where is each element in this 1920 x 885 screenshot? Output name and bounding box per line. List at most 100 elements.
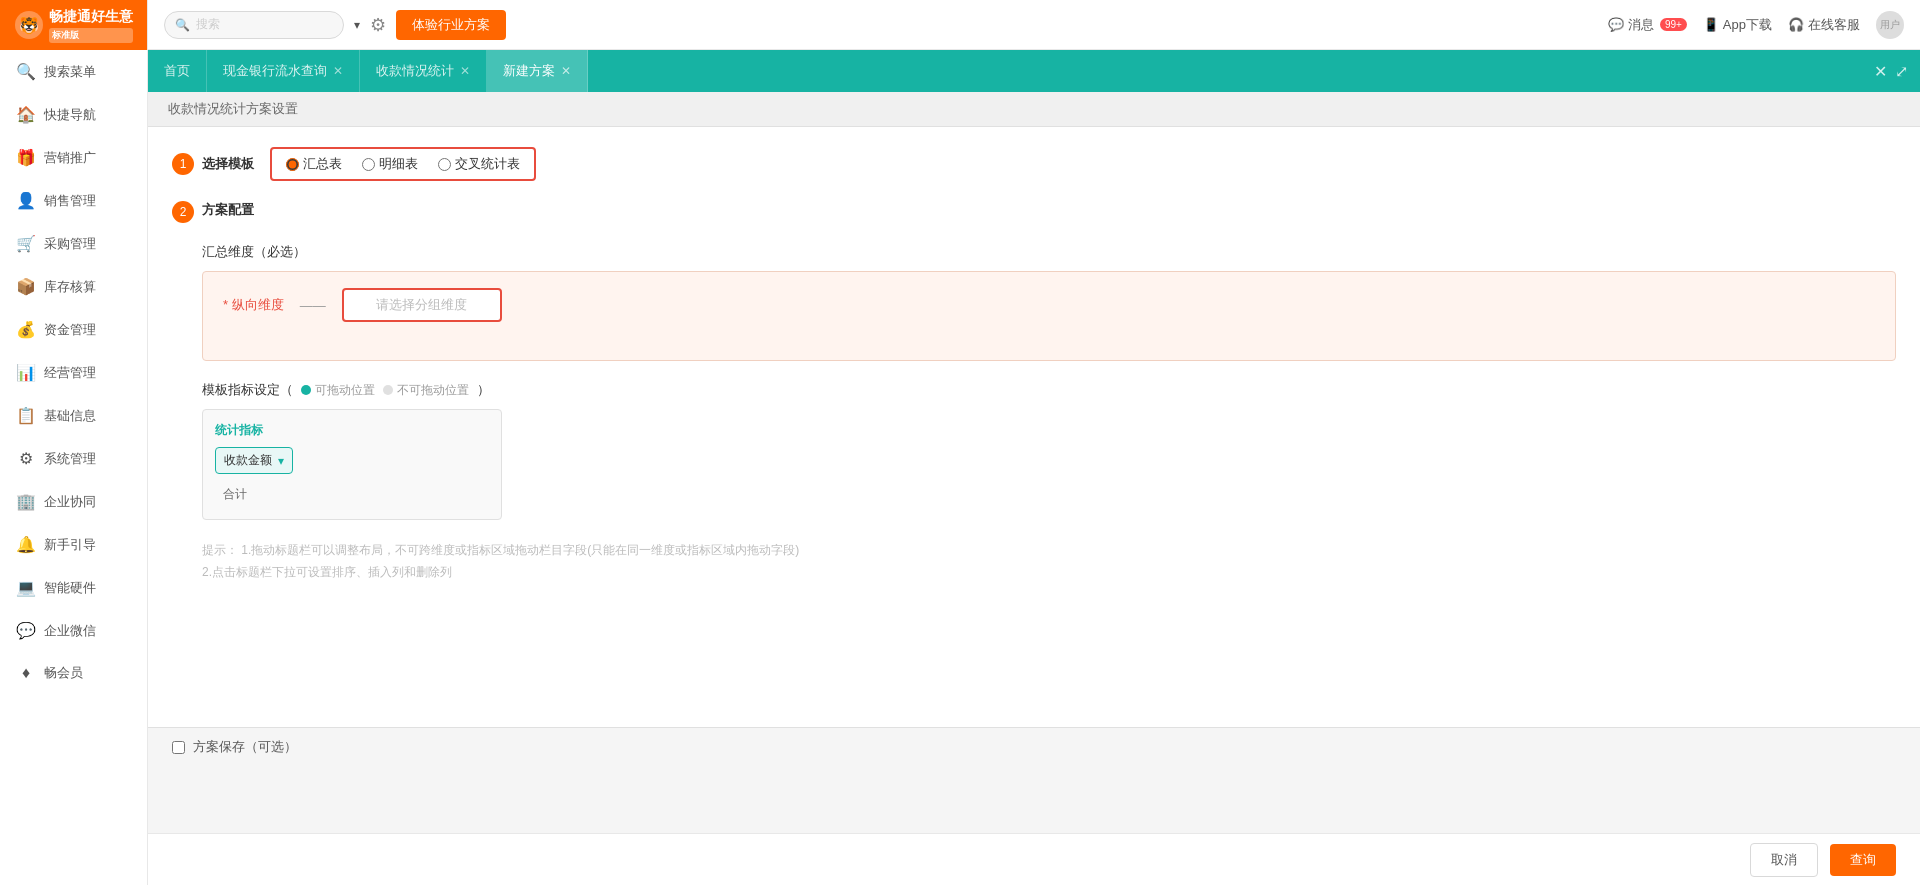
dimension-table: * 纵向维度 —— 请选择分组维度 [202,271,1896,361]
marketing-icon: 🎁 [16,148,36,167]
topbar-left: 🔍 搜索 ▾ ⚙ 体验行业方案 [164,10,506,40]
service-btn[interactable]: 🎧 在线客服 [1788,16,1860,34]
sidebar-item-marketing[interactable]: 🎁 营销推广 [0,136,147,179]
guide-icon: 🔔 [16,535,36,554]
sidebar-item-basic-info[interactable]: 📋 基础信息 [0,394,147,437]
save-plan-label: 方案保存（可选） [193,738,297,756]
wechat-icon: 💬 [16,621,36,640]
sidebar-item-enterprise[interactable]: 🏢 企业协同 [0,480,147,523]
sidebar-label-finance: 资金管理 [44,321,96,339]
tab-new-plan-close[interactable]: ✕ [561,64,571,78]
main-area: 🔍 搜索 ▾ ⚙ 体验行业方案 💬 消息 99+ 📱 App下载 🎧 在线客服 [148,0,1920,885]
dim-arrow: —— [300,298,326,313]
settings-icon[interactable]: ⚙ [370,14,386,36]
system-icon: ⚙ [16,449,36,468]
page-title: 收款情况统计方案设置 [168,101,298,116]
radio-detail-label[interactable]: 明细表 [379,155,418,173]
radio-cross[interactable]: 交叉统计表 [438,155,520,173]
trial-btn[interactable]: 体验行业方案 [396,10,506,40]
drag-fixed-label: 不可拖动位置 [397,382,469,399]
content-area: 收款情况统计方案设置 1 选择模板 汇总表 明细表 [148,92,1920,833]
template-selector: 汇总表 明细表 交叉统计表 [270,147,536,181]
step2-content: 汇总维度（必选） * 纵向维度 —— 请选择分组维度 模板指标设定（ [202,243,1896,583]
sidebar-item-finance[interactable]: 💰 资金管理 [0,308,147,351]
metric-dropdown-arrow[interactable]: ▾ [278,454,284,468]
sidebar-label-system: 系统管理 [44,450,96,468]
query-button[interactable]: 查询 [1830,844,1896,876]
tab-home[interactable]: 首页 [148,50,207,92]
form-section: 1 选择模板 汇总表 明细表 交叉统计表 [148,127,1920,727]
tab-receipt-stats[interactable]: 收款情况统计 ✕ [360,50,487,92]
step2-label: 方案配置 [202,201,254,219]
message-btn[interactable]: 💬 消息 99+ [1608,16,1687,34]
radio-cross-label[interactable]: 交叉统计表 [455,155,520,173]
radio-summary[interactable]: 汇总表 [286,155,342,173]
vertical-dim-row: * 纵向维度 —— 请选择分组维度 [223,288,1875,322]
dim-selector[interactable]: 请选择分组维度 [342,288,502,322]
sidebar-item-search-menu[interactable]: 🔍 搜索菜单 [0,50,147,93]
download-btn[interactable]: 📱 App下载 [1703,16,1772,34]
search-icon: 🔍 [175,18,190,32]
metrics-box: 统计指标 收款金额 ▾ 合计 [202,409,502,520]
sidebar-label-inventory: 库存核算 [44,278,96,296]
drag-indicator-fixed: 不可拖动位置 [383,382,469,399]
tab-new-plan-label: 新建方案 [503,62,555,80]
sidebar-item-member[interactable]: ♦ 畅会员 [0,652,147,694]
sidebar-item-sales[interactable]: 👤 销售管理 [0,179,147,222]
window-maximize-btn[interactable]: ⤢ [1895,62,1908,81]
metrics-title-close: ） [477,381,490,399]
sidebar-item-hardware[interactable]: 💻 智能硬件 [0,566,147,609]
window-close-btn[interactable]: ✕ [1874,62,1887,81]
radio-cross-input[interactable] [438,158,451,171]
metrics-box-label: 统计指标 [215,422,489,439]
sidebar-item-system[interactable]: ⚙ 系统管理 [0,437,147,480]
tab-bank-query[interactable]: 现金银行流水查询 ✕ [207,50,360,92]
sidebar-label-hardware: 智能硬件 [44,579,96,597]
radio-summary-label[interactable]: 汇总表 [303,155,342,173]
sidebar-item-inventory[interactable]: 📦 库存核算 [0,265,147,308]
tips-section: 提示： 1.拖动标题栏可以调整布局，不可跨维度或指标区域拖动栏目字段(只能在同一… [202,540,1896,583]
sidebar-item-operations[interactable]: 📊 经营管理 [0,351,147,394]
sidebar-label-wechat: 企业微信 [44,622,96,640]
sidebar-label-basic-info: 基础信息 [44,407,96,425]
search-menu-icon: 🔍 [16,62,36,81]
message-icon: 💬 [1608,17,1624,32]
basic-info-icon: 📋 [16,406,36,425]
sidebar-item-wechat[interactable]: 💬 企业微信 [0,609,147,652]
sidebar-label-search-menu: 搜索菜单 [44,63,96,81]
sidebar-item-guide[interactable]: 🔔 新手引导 [0,523,147,566]
logo-icon: 🐯 [15,11,43,39]
search-bar[interactable]: 🔍 搜索 [164,11,344,39]
sidebar-item-purchase[interactable]: 🛒 采购管理 [0,222,147,265]
footer-section: 方案保存（可选） [148,727,1920,766]
metric-tag-payment[interactable]: 收款金额 ▾ [215,447,293,474]
tab-new-plan[interactable]: 新建方案 ✕ [487,50,588,92]
member-icon: ♦ [16,664,36,682]
topbar-dropdown[interactable]: ▾ [354,18,360,32]
topbar-right: 💬 消息 99+ 📱 App下载 🎧 在线客服 用户 [1608,11,1904,39]
tab-receipt-stats-close[interactable]: ✕ [460,64,470,78]
sidebar-label-guide: 新手引导 [44,536,96,554]
tab-spacer [588,50,1862,92]
step1-badge: 1 [172,153,194,175]
user-avatar[interactable]: 用户 [1876,11,1904,39]
sidebar-item-quick-nav[interactable]: 🏠 快捷导航 [0,93,147,136]
tab-receipt-stats-label: 收款情况统计 [376,62,454,80]
metrics-section: 模板指标设定（ 可拖动位置 不可拖动位置 ） 统计指标 [202,381,1896,520]
step1-row: 1 选择模板 汇总表 明细表 交叉统计表 [172,147,1896,181]
tab-bank-query-close[interactable]: ✕ [333,64,343,78]
tips-line1: 提示： 1.拖动标题栏可以调整布局，不可跨维度或指标区域拖动栏目字段(只能在同一… [202,540,1896,562]
radio-detail-input[interactable] [362,158,375,171]
tabbar: 首页 现金银行流水查询 ✕ 收款情况统计 ✕ 新建方案 ✕ ✕ ⤢ [148,50,1920,92]
purchase-icon: 🛒 [16,234,36,253]
drag-indicator-draggable: 可拖动位置 [301,382,375,399]
download-label: App下载 [1723,16,1772,34]
radio-detail[interactable]: 明细表 [362,155,418,173]
sidebar-label-quick-nav: 快捷导航 [44,106,96,124]
step2-row: 2 方案配置 [172,201,1896,223]
radio-summary-input[interactable] [286,158,299,171]
save-plan-checkbox[interactable] [172,741,185,754]
sidebar-label-member: 畅会员 [44,664,83,682]
cancel-button[interactable]: 取消 [1750,843,1818,877]
sales-icon: 👤 [16,191,36,210]
